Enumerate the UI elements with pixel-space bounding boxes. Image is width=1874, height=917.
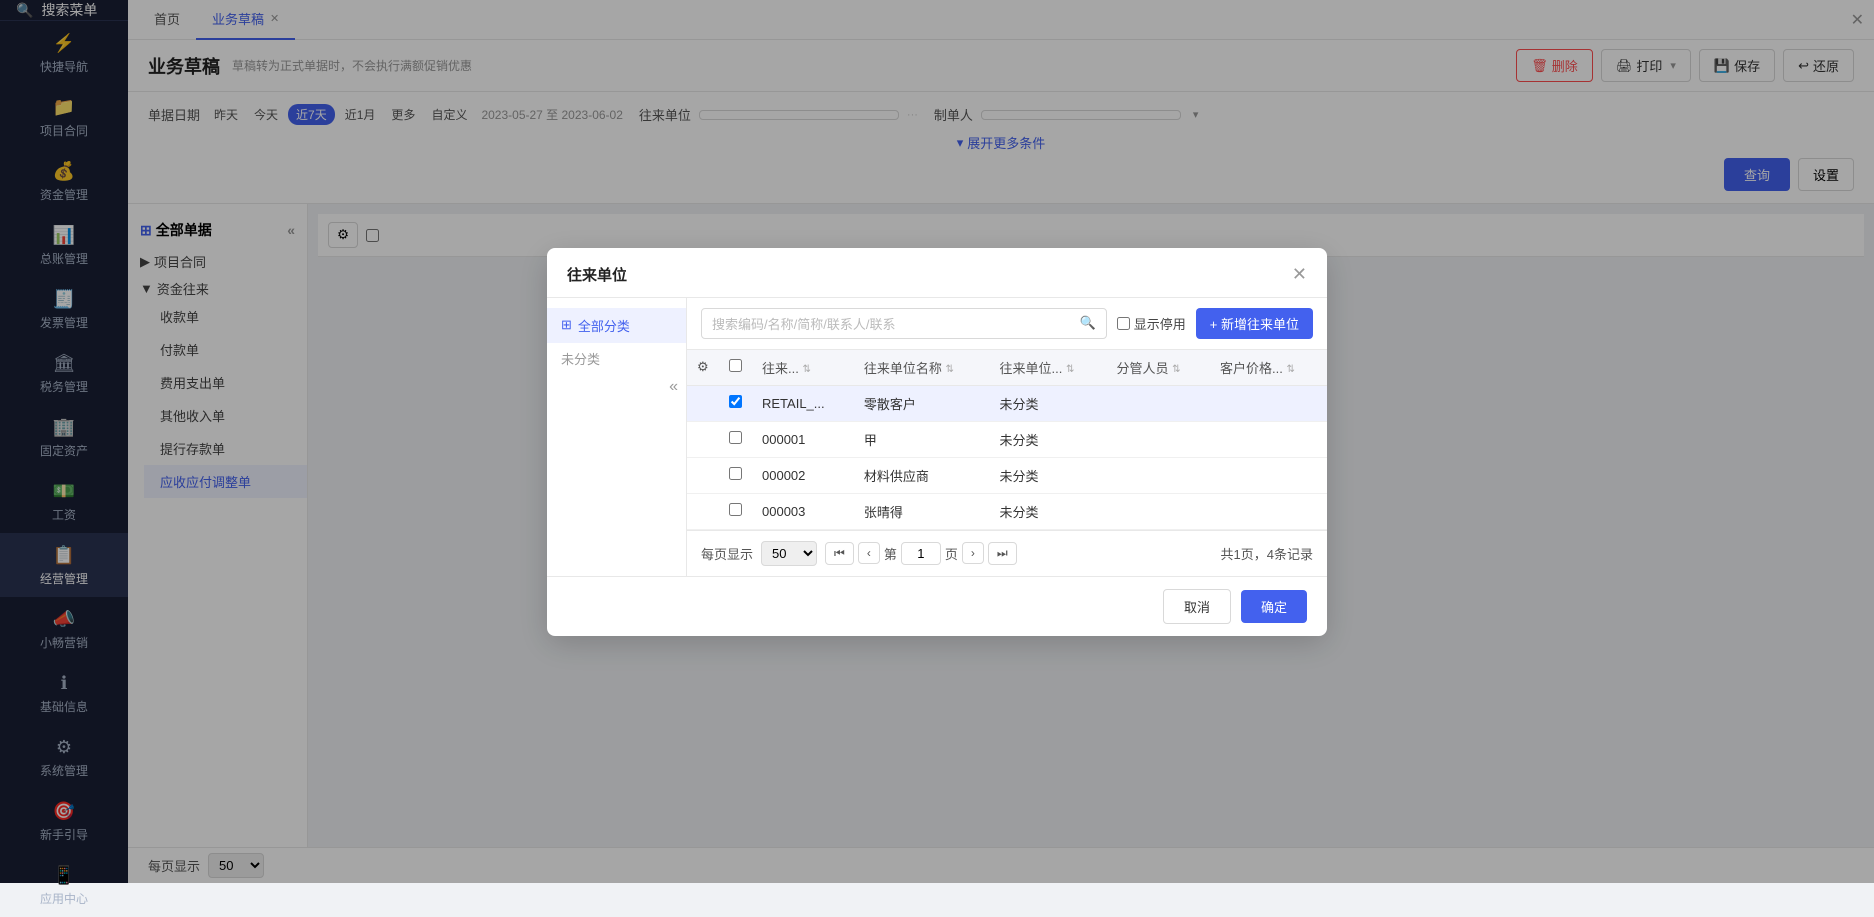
modal-close-icon[interactable]: ✕ xyxy=(1292,264,1307,285)
row1-settings xyxy=(687,385,719,421)
row4-price xyxy=(1210,493,1327,529)
table-row[interactable]: 000001 甲 未分类 xyxy=(687,421,1327,457)
row2-code: 000001 xyxy=(752,421,854,457)
cancel-button[interactable]: 取消 xyxy=(1163,589,1231,624)
modal-body: ⊞ 全部分类 未分类 « 搜索编码/名称/简称/联系人/联系 🔍 xyxy=(547,298,1327,576)
row2-price xyxy=(1210,421,1327,457)
row3-checkbox[interactable] xyxy=(729,467,742,480)
prev-page-btn[interactable]: ‹ xyxy=(858,542,880,564)
page-total: 共1页，4条记录 xyxy=(1221,544,1313,563)
confirm-button[interactable]: 确定 xyxy=(1241,590,1307,623)
row3-settings xyxy=(687,457,719,493)
th-name: 往来单位名称 ⇅ xyxy=(854,350,990,386)
modal-search-icon[interactable]: 🔍 xyxy=(1080,315,1096,331)
row3-check[interactable] xyxy=(719,457,752,493)
counterpart-modal: 往来单位 ✕ ⊞ 全部分类 未分类 « 搜索 xyxy=(547,248,1327,636)
show-disabled-label: 显示停用 xyxy=(1117,314,1186,333)
sort-assignee-icon[interactable]: ⇅ xyxy=(1172,364,1180,375)
row2-type: 未分类 xyxy=(990,421,1107,457)
row2-checkbox[interactable] xyxy=(729,431,742,444)
show-disabled-checkbox[interactable] xyxy=(1117,317,1130,330)
th-settings[interactable]: ⚙ xyxy=(687,350,719,386)
page-nav: ⏮ ‹ 第 页 › ⏭ xyxy=(825,542,1017,565)
row1-price xyxy=(1210,385,1327,421)
table-row[interactable]: RETAIL_... 零散客户 未分类 xyxy=(687,385,1327,421)
row4-assignee xyxy=(1106,493,1210,529)
row3-name: 材料供应商 xyxy=(854,457,990,493)
modal-footer: 取消 确定 xyxy=(547,576,1327,636)
sidebar-item-label: 应用中心 xyxy=(40,890,88,907)
sort-type-icon[interactable]: ⇅ xyxy=(1066,364,1074,375)
modal-sidebar-unclassified[interactable]: 未分类 xyxy=(547,343,686,374)
row4-checkbox[interactable] xyxy=(729,503,742,516)
row4-check[interactable] xyxy=(719,493,752,529)
next-page-btn[interactable]: › xyxy=(962,542,984,564)
modal-per-page-select[interactable]: 50 100 xyxy=(761,541,817,566)
sort-code-icon[interactable]: ⇅ xyxy=(802,364,810,375)
modal-toolbar: 搜索编码/名称/简称/联系人/联系 🔍 显示停用 + 新增往来单位 xyxy=(687,298,1327,350)
row4-type: 未分类 xyxy=(990,493,1107,529)
th-code: 往来... ⇅ xyxy=(752,350,854,386)
modal-title: 往来单位 xyxy=(567,264,627,285)
modal-content-area: 搜索编码/名称/简称/联系人/联系 🔍 显示停用 + 新增往来单位 ⚙ xyxy=(687,298,1327,576)
th-assignee: 分管人员 ⇅ xyxy=(1106,350,1210,386)
per-page-label: 每页显示 xyxy=(701,544,753,563)
table-row[interactable]: 000003 张晴得 未分类 xyxy=(687,493,1327,529)
sort-name-icon[interactable]: ⇅ xyxy=(946,364,954,375)
row1-check[interactable] xyxy=(719,385,752,421)
row2-name: 甲 xyxy=(854,421,990,457)
row2-check[interactable] xyxy=(719,421,752,457)
th-type: 往来单位... ⇅ xyxy=(990,350,1107,386)
first-page-btn[interactable]: ⏮ xyxy=(825,542,854,565)
row3-type: 未分类 xyxy=(990,457,1107,493)
modal-overlay: 往来单位 ✕ ⊞ 全部分类 未分类 « 搜索 xyxy=(0,0,1874,883)
row3-assignee xyxy=(1106,457,1210,493)
page-unit: 页 xyxy=(945,544,958,563)
row1-type: 未分类 xyxy=(990,385,1107,421)
grid-icon: ⊞ xyxy=(561,317,572,333)
modal-sidebar: ⊞ 全部分类 未分类 « xyxy=(547,298,687,576)
last-page-btn[interactable]: ⏭ xyxy=(988,542,1017,565)
table-row[interactable]: 000002 材料供应商 未分类 xyxy=(687,457,1327,493)
modal-table: ⚙ 往来... ⇅ 往来单位名称 ⇅ xyxy=(687,350,1327,530)
modal-sidebar-all-label: 全部分类 xyxy=(578,316,630,335)
row4-name: 张晴得 xyxy=(854,493,990,529)
row2-settings xyxy=(687,421,719,457)
page-word: 第 xyxy=(884,544,897,563)
add-counterpart-btn[interactable]: + 新增往来单位 xyxy=(1196,308,1313,339)
modal-pagination: 每页显示 50 100 ⏮ ‹ 第 页 › ⏭ 共1页，4条记录 xyxy=(687,530,1327,576)
table-header-row: ⚙ 往来... ⇅ 往来单位名称 ⇅ xyxy=(687,350,1327,386)
counterpart-table: ⚙ 往来... ⇅ 往来单位名称 ⇅ xyxy=(687,350,1327,530)
row1-checkbox[interactable] xyxy=(729,395,742,408)
header-checkbox[interactable] xyxy=(729,359,742,372)
row1-name: 零散客户 xyxy=(854,385,990,421)
row1-assignee xyxy=(1106,385,1210,421)
page-number-input[interactable] xyxy=(901,542,941,565)
modal-search-box[interactable]: 搜索编码/名称/简称/联系人/联系 🔍 xyxy=(701,308,1107,339)
modal-header: 往来单位 ✕ xyxy=(547,248,1327,298)
row4-settings xyxy=(687,493,719,529)
search-placeholder: 搜索编码/名称/简称/联系人/联系 xyxy=(712,314,895,333)
collapse-icon: « xyxy=(669,378,678,396)
row3-code: 000002 xyxy=(752,457,854,493)
sort-price-icon[interactable]: ⇅ xyxy=(1287,364,1295,375)
modal-sidebar-all[interactable]: ⊞ 全部分类 xyxy=(547,308,686,343)
row3-price xyxy=(1210,457,1327,493)
th-check[interactable] xyxy=(719,350,752,386)
modal-sidebar-collapse-btn[interactable]: « xyxy=(547,374,686,400)
th-price: 客户价格... ⇅ xyxy=(1210,350,1327,386)
row4-code: 000003 xyxy=(752,493,854,529)
row2-assignee xyxy=(1106,421,1210,457)
row1-code: RETAIL_... xyxy=(752,385,854,421)
